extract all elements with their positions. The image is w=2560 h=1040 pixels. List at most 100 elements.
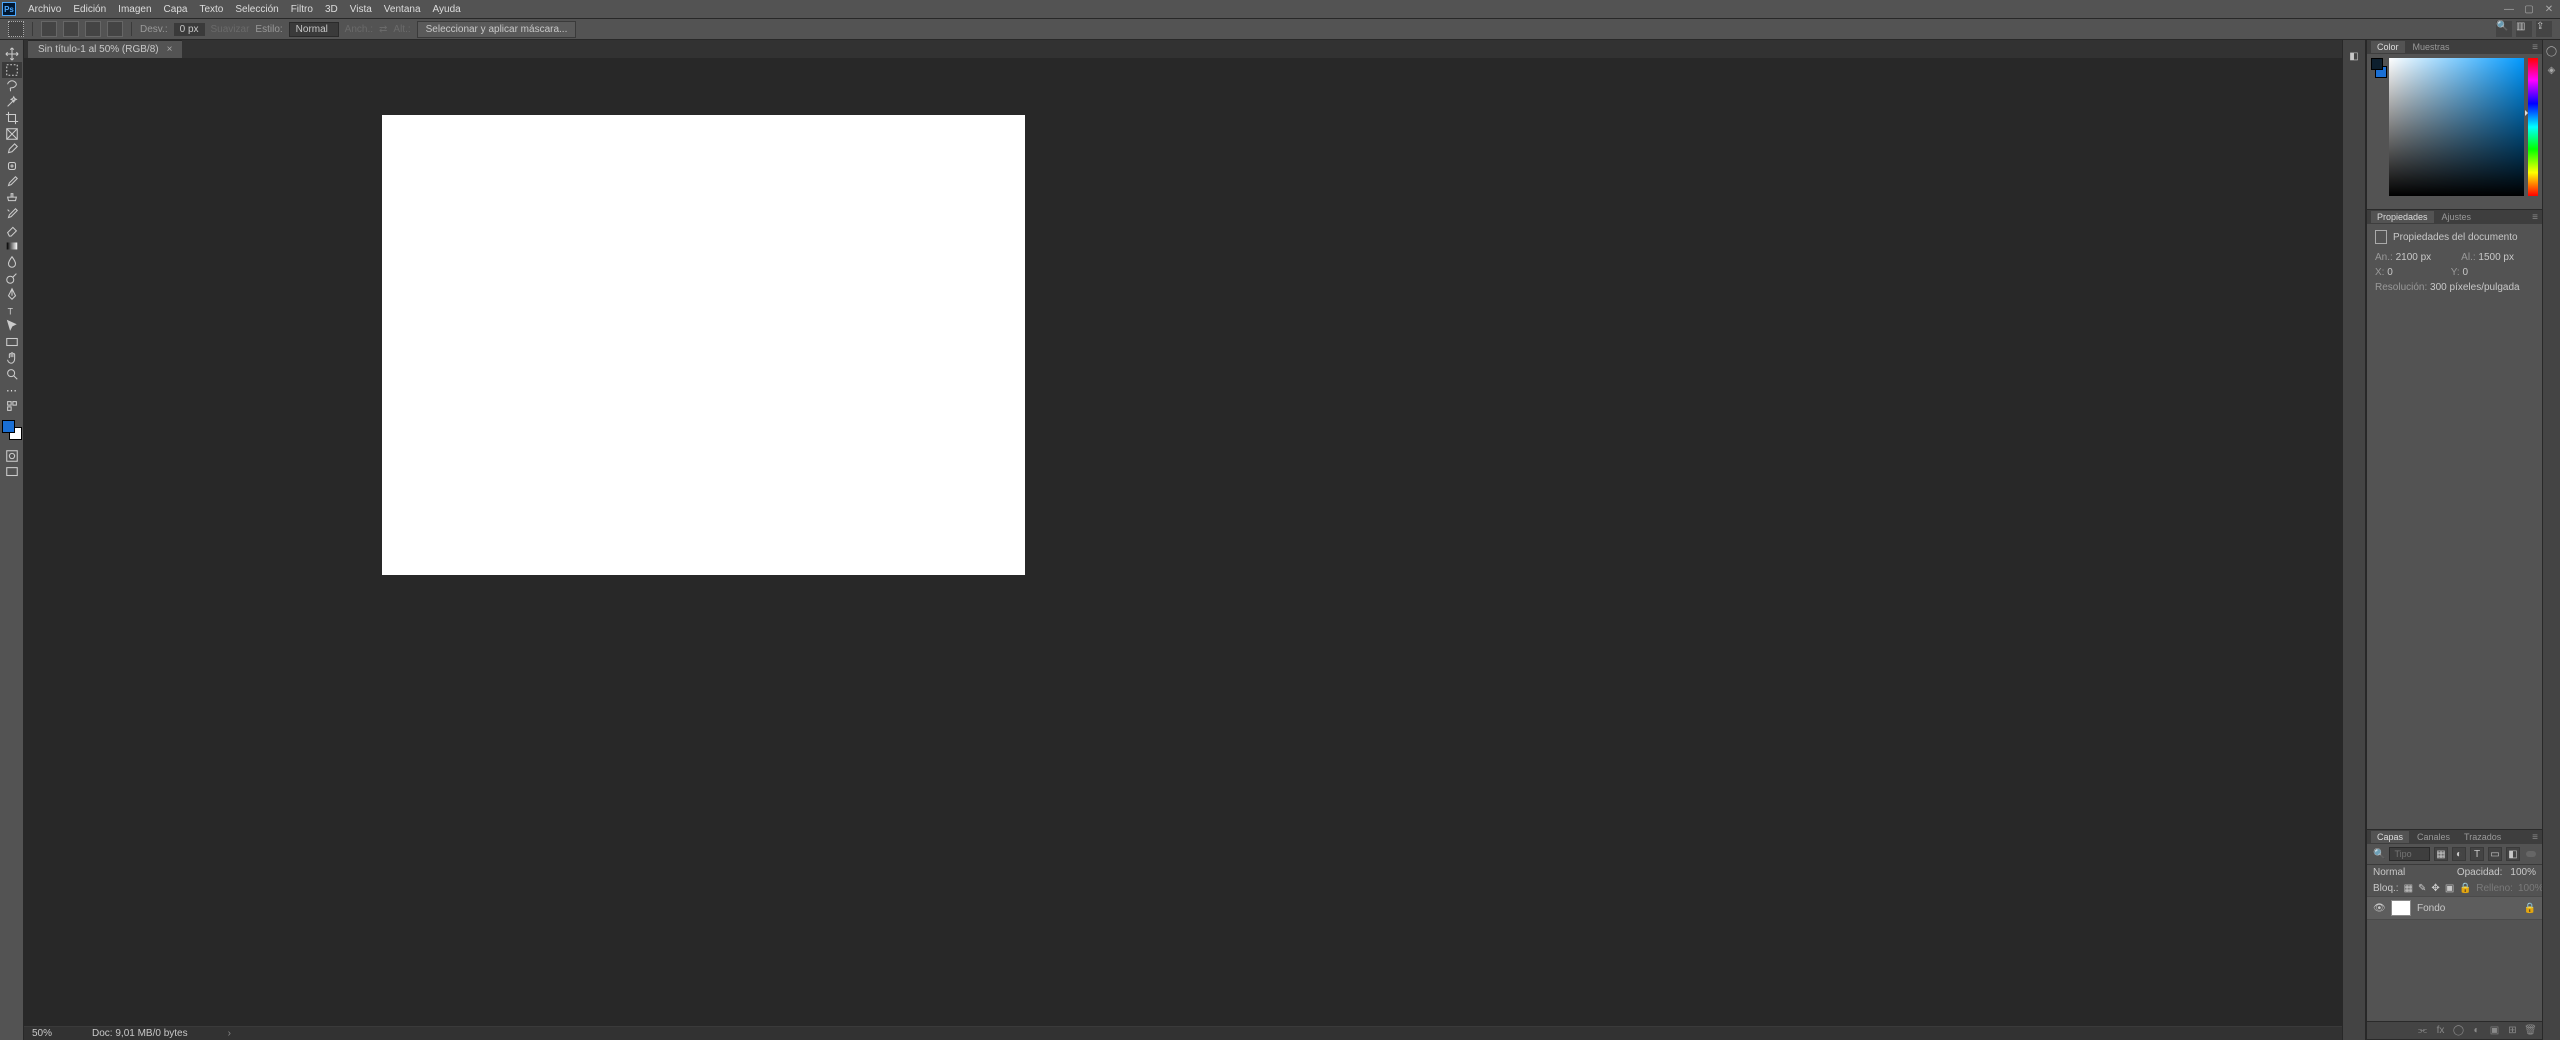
doc-width[interactable]: 2100 px: [2396, 252, 2432, 263]
style-select[interactable]: Normal: [289, 22, 339, 37]
fg-swatch[interactable]: [2371, 58, 2383, 70]
doc-y[interactable]: 0: [2462, 267, 2468, 278]
doc-resolution[interactable]: 300 píxeles/pulgada: [2430, 282, 2520, 293]
share-icon[interactable]: ⇪: [2536, 21, 2552, 37]
menu-filtro[interactable]: Filtro: [285, 2, 319, 17]
selection-new-icon[interactable]: [41, 21, 57, 37]
minimize-icon[interactable]: —: [2500, 2, 2518, 16]
filter-adjust-icon[interactable]: ◐: [2452, 847, 2466, 861]
menu-seleccion[interactable]: Selección: [229, 2, 284, 17]
doc-info-chevron-icon[interactable]: ›: [228, 1028, 231, 1039]
foreground-color-swatch[interactable]: [2, 420, 15, 433]
doc-x[interactable]: 0: [2387, 267, 2393, 278]
frame-tool[interactable]: [2, 126, 22, 142]
learn-panel-icon[interactable]: ◯: [2546, 46, 2557, 57]
lock-all-icon[interactable]: 🔒: [2459, 882, 2471, 894]
zoom-level[interactable]: 50%: [32, 1028, 52, 1039]
menu-3d[interactable]: 3D: [319, 2, 344, 17]
lock-transparency-icon[interactable]: ▦: [2404, 882, 2413, 894]
document-tab[interactable]: Sin título-1 al 50% (RGB/8) ×: [28, 40, 182, 58]
lock-position-icon[interactable]: ✥: [2431, 882, 2439, 894]
maximize-icon[interactable]: ▢: [2520, 2, 2538, 16]
brush-tool[interactable]: [2, 174, 22, 190]
screen-mode-icon[interactable]: [2, 464, 22, 480]
tab-swatches[interactable]: Muestras: [2407, 41, 2456, 53]
marquee-tool[interactable]: [2, 62, 22, 78]
menu-archivo[interactable]: Archivo: [22, 2, 67, 17]
healing-brush-tool[interactable]: [2, 158, 22, 174]
close-icon[interactable]: ✕: [2540, 2, 2558, 16]
delete-layer-icon[interactable]: 🗑: [2523, 1024, 2538, 1037]
history-panel-icon[interactable]: ◧: [2344, 46, 2364, 66]
lock-pixels-icon[interactable]: ✎: [2418, 882, 2426, 894]
tool-options-icon[interactable]: ⋯: [2, 382, 22, 398]
workspace-icon[interactable]: ▥: [2516, 21, 2532, 37]
panel-menu-icon[interactable]: ≡: [2532, 42, 2538, 53]
tab-adjustments[interactable]: Ajustes: [2436, 211, 2478, 223]
history-brush-tool[interactable]: [2, 206, 22, 222]
search-icon[interactable]: 🔍: [2496, 21, 2512, 37]
layer-row[interactable]: 👁 Fondo 🔒: [2367, 896, 2542, 920]
current-tool-indicator[interactable]: [8, 21, 24, 37]
rectangle-tool[interactable]: [2, 334, 22, 350]
doc-info[interactable]: Doc: 9,01 MB/0 bytes: [92, 1028, 188, 1039]
pen-tool[interactable]: [2, 286, 22, 302]
lock-artboard-icon[interactable]: ▣: [2445, 882, 2454, 894]
selection-add-icon[interactable]: [63, 21, 79, 37]
select-and-mask-button[interactable]: Seleccionar y aplicar máscara...: [417, 21, 577, 38]
lasso-tool[interactable]: [2, 78, 22, 94]
link-layers-icon[interactable]: ⫘: [2415, 1024, 2430, 1037]
layer-mask-icon[interactable]: ◯: [2451, 1024, 2466, 1037]
selection-intersect-icon[interactable]: [107, 21, 123, 37]
new-layer-icon[interactable]: ⊞: [2505, 1024, 2520, 1037]
magic-wand-tool[interactable]: [2, 94, 22, 110]
layer-lock-icon[interactable]: 🔒: [2524, 903, 2536, 914]
libraries-panel-icon[interactable]: ◈: [2548, 65, 2556, 76]
canvas-viewport[interactable]: [24, 58, 2342, 1026]
tab-layers[interactable]: Capas: [2371, 831, 2409, 843]
filter-type-icon[interactable]: T: [2470, 847, 2484, 861]
saturation-brightness-picker[interactable]: [2389, 58, 2524, 196]
selection-subtract-icon[interactable]: [85, 21, 101, 37]
clone-stamp-tool[interactable]: [2, 190, 22, 206]
edit-toolbar-icon[interactable]: [2, 398, 22, 414]
eyedropper-tool[interactable]: [2, 142, 22, 158]
move-tool[interactable]: [2, 46, 22, 62]
tab-channels[interactable]: Canales: [2411, 831, 2456, 843]
menu-capa[interactable]: Capa: [158, 2, 194, 17]
blur-tool[interactable]: [2, 254, 22, 270]
group-icon[interactable]: ▣: [2487, 1024, 2502, 1037]
hue-slider[interactable]: [2528, 58, 2538, 196]
canvas[interactable]: [382, 115, 1025, 575]
type-tool[interactable]: T: [2, 302, 22, 318]
panel-menu-icon[interactable]: ≡: [2532, 832, 2538, 843]
tab-color[interactable]: Color: [2371, 41, 2405, 53]
adjustment-layer-icon[interactable]: ◐: [2469, 1024, 2484, 1037]
doc-height[interactable]: 1500 px: [2478, 252, 2514, 263]
menu-texto[interactable]: Texto: [193, 2, 229, 17]
filter-smart-icon[interactable]: ◧: [2506, 847, 2520, 861]
eraser-tool[interactable]: [2, 222, 22, 238]
dodge-tool[interactable]: [2, 270, 22, 286]
filter-toggle[interactable]: [2526, 851, 2536, 857]
panel-menu-icon[interactable]: ≡: [2532, 212, 2538, 223]
layer-thumbnail[interactable]: [2391, 900, 2411, 916]
crop-tool[interactable]: [2, 110, 22, 126]
visibility-icon[interactable]: 👁: [2373, 903, 2385, 914]
close-tab-icon[interactable]: ×: [167, 44, 173, 55]
path-selection-tool[interactable]: [2, 318, 22, 334]
layer-style-icon[interactable]: fx: [2433, 1024, 2448, 1037]
color-swatches[interactable]: [2, 420, 22, 440]
filter-shape-icon[interactable]: ▭: [2488, 847, 2502, 861]
gradient-tool[interactable]: [2, 238, 22, 254]
filter-pixel-icon[interactable]: ▦: [2434, 847, 2448, 861]
hand-tool[interactable]: [2, 350, 22, 366]
menu-ayuda[interactable]: Ayuda: [427, 2, 467, 17]
menu-ventana[interactable]: Ventana: [378, 2, 427, 17]
zoom-tool[interactable]: [2, 366, 22, 382]
feather-input[interactable]: 0 px: [174, 23, 205, 36]
quick-mask-icon[interactable]: [2, 448, 22, 464]
layer-name[interactable]: Fondo: [2417, 903, 2445, 914]
menu-vista[interactable]: Vista: [344, 2, 378, 17]
layer-filter-input[interactable]: [2389, 847, 2430, 861]
